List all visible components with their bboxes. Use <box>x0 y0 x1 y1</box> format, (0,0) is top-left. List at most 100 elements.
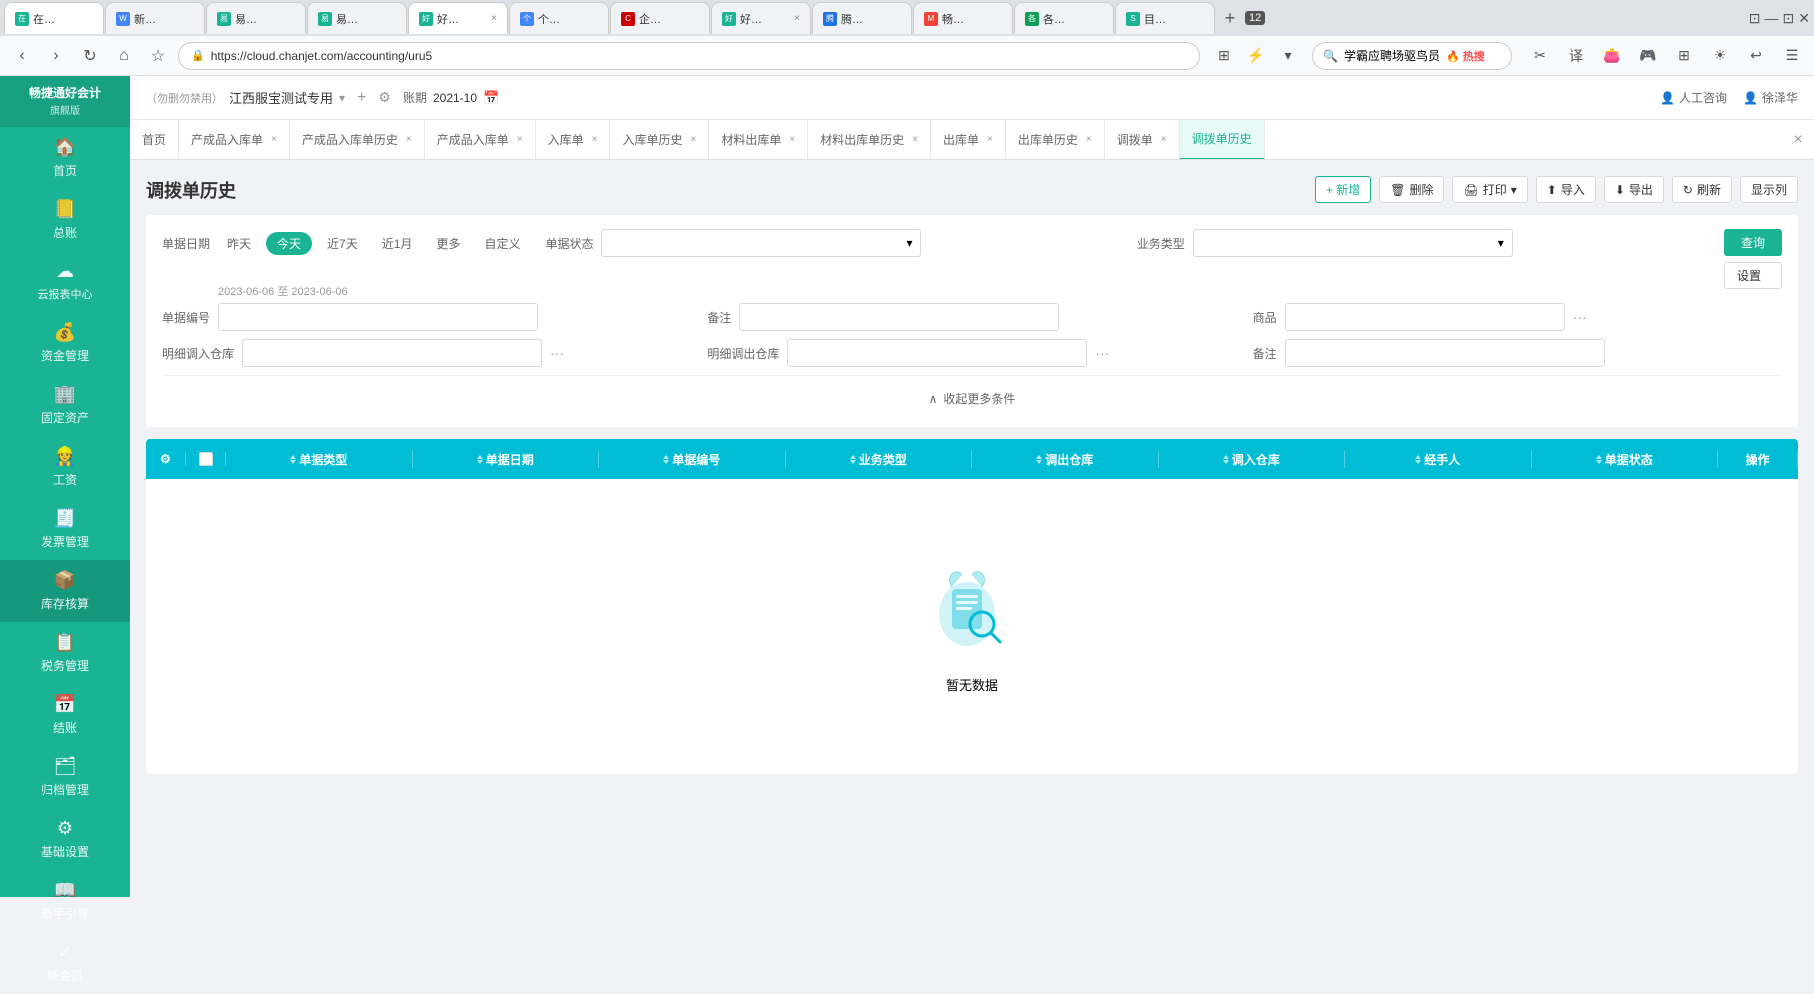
sidebar-item-payroll[interactable]: 👷 工资 <box>0 436 130 498</box>
th-checkbox[interactable] <box>186 452 226 466</box>
import-button[interactable]: ⬆ 导入 <box>1536 176 1596 203</box>
th-doc-no[interactable]: 单据编号 <box>599 451 786 468</box>
company-selector[interactable]: （勿删勿禁用） 江西服宝测试专用 ▾ <box>146 88 345 107</box>
wallet-icon[interactable]: 👛 <box>1598 42 1626 70</box>
history-icon[interactable]: ↩ <box>1742 42 1770 70</box>
new-tab-button[interactable]: + <box>1216 4 1244 32</box>
brightness-icon[interactable]: ☀ <box>1706 42 1734 70</box>
delete-button[interactable]: 🗑 删除 <box>1379 176 1444 203</box>
sidebar-item-fund[interactable]: 💰 资金管理 <box>0 312 130 374</box>
th-in-warehouse[interactable]: 调入仓库 <box>1159 451 1346 468</box>
browser-tab-4[interactable]: 易 易… <box>307 2 407 34</box>
lightning-icon[interactable]: ⚡ <box>1242 42 1270 70</box>
sidebar-item-close[interactable]: 📅 结账 <box>0 684 130 746</box>
scissors-icon[interactable]: ✂ <box>1526 42 1554 70</box>
app-tab-inbound-history[interactable]: 入库单历史 × <box>610 120 709 160</box>
app-tab-product-in[interactable]: 产成品入库单 × <box>179 120 290 160</box>
bookmark-button[interactable]: ☆ <box>144 42 172 70</box>
sidebar-item-tax[interactable]: 📋 税务管理 <box>0 622 130 684</box>
browser-tab-6[interactable]: 个 个… <box>509 2 609 34</box>
tab-close-outbound[interactable]: × <box>987 134 993 145</box>
docno-input[interactable] <box>218 303 538 331</box>
browser-tab-1[interactable]: 在 在… <box>4 2 104 34</box>
date-btn-today[interactable]: 今天 <box>266 232 312 255</box>
sidebar-item-guide[interactable]: 📖 新手引导 <box>0 870 130 932</box>
tab-close-inbound-history[interactable]: × <box>690 134 696 145</box>
app-tab-material-out-history[interactable]: 材料出库单历史 × <box>808 120 931 160</box>
detail-in-ellipsis[interactable]: ··· <box>550 345 564 361</box>
collapse-button[interactable]: ∧ 收起更多条件 <box>923 384 1022 413</box>
goods-ellipsis[interactable]: ··· <box>1573 309 1587 325</box>
export-button[interactable]: ⬇ 导出 <box>1604 176 1664 203</box>
app-tab-inbound[interactable]: 入库单 × <box>536 120 611 160</box>
customer-service[interactable]: 👤 人工咨询 <box>1660 89 1727 106</box>
browser-tab-10[interactable]: M 畅… <box>913 2 1013 34</box>
browser-tab-8[interactable]: 好 好… × <box>711 2 811 34</box>
date-btn-7days[interactable]: 近7天 <box>318 232 367 255</box>
date-btn-custom[interactable]: 自定义 <box>475 232 529 255</box>
sidebar-item-archive[interactable]: 🗂 归档管理 <box>0 746 130 808</box>
tab-close-material-out[interactable]: × <box>789 134 795 145</box>
sidebar-item-fixed-asset[interactable]: 🏢 固定资产 <box>0 374 130 436</box>
display-cols-button[interactable]: 显示列 <box>1740 176 1798 203</box>
print-button[interactable]: 🖨 打印 ▾ <box>1452 176 1527 203</box>
menu-icon[interactable]: ☰ <box>1778 42 1806 70</box>
remark-input[interactable] <box>739 303 1059 331</box>
app-tab-product-in-history[interactable]: 产成品入库单历史 × <box>290 120 425 160</box>
th-doc-type[interactable]: 单据类型 <box>226 451 413 468</box>
remark2-input[interactable] <box>1285 339 1605 367</box>
grid-icon[interactable]: ⊞ <box>1670 42 1698 70</box>
new-button[interactable]: + 新增 <box>1315 176 1371 203</box>
gear-settings-icon[interactable]: ⚙ <box>378 89 391 106</box>
dropdown-icon[interactable]: ▾ <box>1274 42 1302 70</box>
calendar-icon[interactable]: 📅 <box>483 90 499 106</box>
app-tab-transfer-history[interactable]: 调拨单历史 <box>1180 120 1265 160</box>
app-tab-outbound-history[interactable]: 出库单历史 × <box>1006 120 1105 160</box>
setting-button[interactable]: 设置 <box>1724 262 1782 289</box>
sidebar-item-report[interactable]: ☁ 云报表中心 <box>0 251 130 312</box>
reload-button[interactable]: ↻ <box>76 42 104 70</box>
back-button[interactable]: ‹ <box>8 42 36 70</box>
tab-bar-close-all[interactable]: × <box>1782 120 1814 160</box>
browser-tab-12[interactable]: S 目… <box>1115 2 1215 34</box>
refresh-button[interactable]: ↻ 刷新 <box>1672 176 1732 203</box>
detail-out-input[interactable] <box>787 339 1087 367</box>
tab-close-product-in-history[interactable]: × <box>406 134 412 145</box>
th-biz-type[interactable]: 业务类型 <box>786 451 973 468</box>
app-tab-material-out[interactable]: 材料出库单 × <box>709 120 808 160</box>
app-tab-outbound[interactable]: 出库单 × <box>931 120 1006 160</box>
game-icon[interactable]: 🎮 <box>1634 42 1662 70</box>
tab-close-transfer[interactable]: × <box>1161 134 1167 145</box>
sidebar-item-member[interactable]: ✓ 畅会员 <box>0 932 130 994</box>
sidebar-item-inventory[interactable]: 📦 库存核算 <box>0 560 130 622</box>
extensions-icon[interactable]: ⊞ <box>1210 42 1238 70</box>
app-tab-home[interactable]: 首页 <box>130 120 179 160</box>
status-select[interactable]: ▾ <box>601 229 921 257</box>
browser-tab-7[interactable]: C 企… <box>610 2 710 34</box>
app-tab-product-in2[interactable]: 产成品入库单 × <box>425 120 536 160</box>
sidebar-item-home[interactable]: 🏠 首页 <box>0 127 130 189</box>
date-btn-more[interactable]: 更多 <box>427 232 469 255</box>
browser-tab-11[interactable]: 各 各… <box>1014 2 1114 34</box>
tab-close-outbound-history[interactable]: × <box>1086 134 1092 145</box>
sidebar-item-settings[interactable]: ⚙ 基础设置 <box>0 808 130 870</box>
home-button[interactable]: ⌂ <box>110 42 138 70</box>
th-settings[interactable]: ⚙ <box>146 452 186 466</box>
browser-tab-5[interactable]: 好 好… × <box>408 2 508 34</box>
sidebar-item-invoice[interactable]: 🧾 发票管理 <box>0 498 130 560</box>
date-btn-yesterday[interactable]: 昨天 <box>218 232 260 255</box>
browser-search[interactable]: 🔍 学霸应聘场驱鸟员 🔥 热搜 <box>1312 42 1512 70</box>
tab-close-product-in2[interactable]: × <box>517 134 523 145</box>
tab-close-inbound[interactable]: × <box>592 134 598 145</box>
goods-input[interactable] <box>1285 303 1565 331</box>
biz-type-select[interactable]: ▾ <box>1193 229 1513 257</box>
tab-close-product-in[interactable]: × <box>271 134 277 145</box>
browser-tab-2[interactable]: W 新… <box>105 2 205 34</box>
address-bar[interactable]: 🔒 https://cloud.chanjet.com/accounting/u… <box>178 42 1200 70</box>
th-doc-status[interactable]: 单据状态 <box>1532 451 1719 468</box>
forward-button[interactable]: › <box>42 42 70 70</box>
sidebar-item-ledger[interactable]: 📒 总账 <box>0 189 130 251</box>
tab-close-material-out-history[interactable]: × <box>912 134 918 145</box>
th-handler[interactable]: 经手人 <box>1345 451 1532 468</box>
th-out-warehouse[interactable]: 调出仓库 <box>972 451 1159 468</box>
